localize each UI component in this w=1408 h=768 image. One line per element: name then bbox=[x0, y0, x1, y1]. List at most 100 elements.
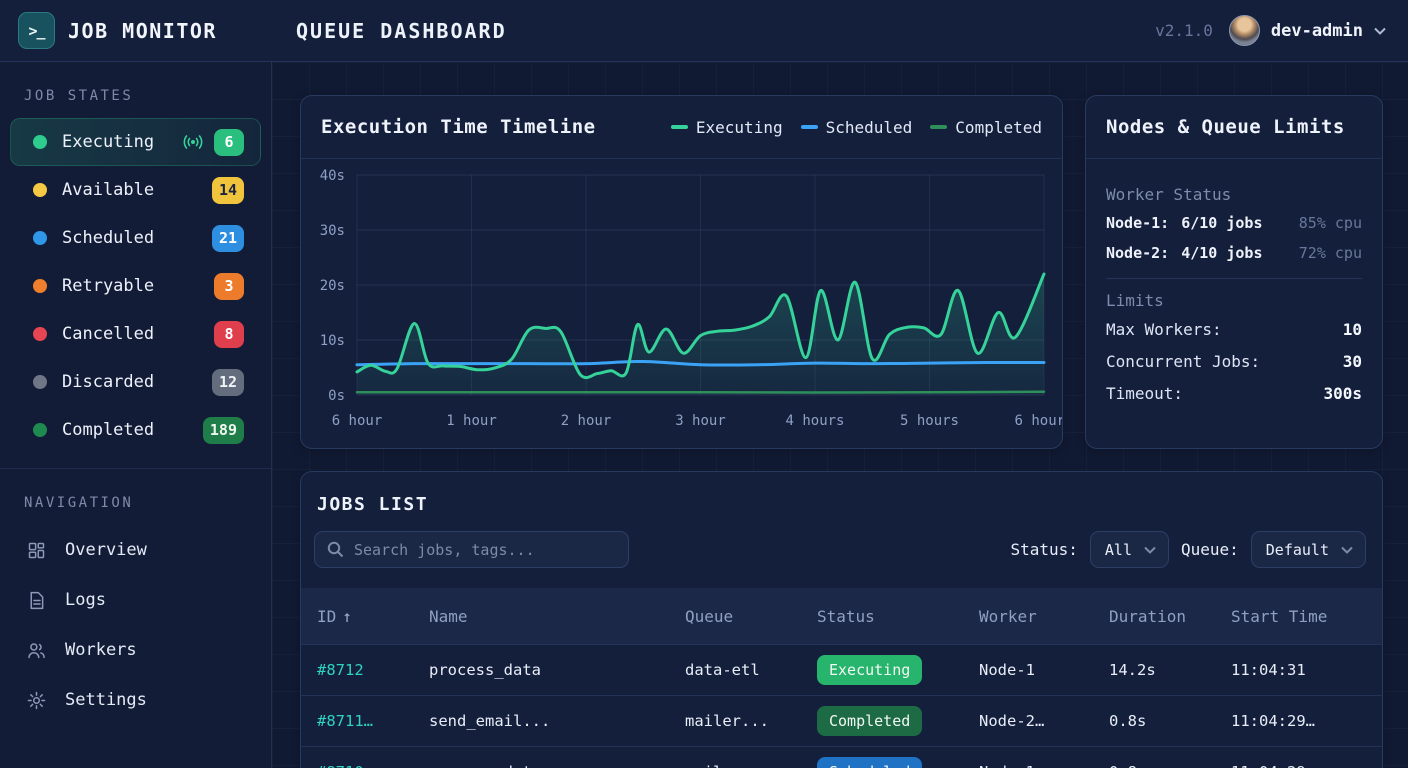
column-header-start-time: Start Time bbox=[1231, 606, 1328, 626]
state-dot-icon bbox=[33, 327, 47, 341]
avatar[interactable] bbox=[1228, 15, 1260, 46]
limit-row: Max Workers: 10 bbox=[1106, 320, 1362, 339]
y-axis-tick: 20s bbox=[320, 278, 345, 294]
user-menu[interactable]: dev-admin bbox=[1228, 15, 1386, 46]
sidebar-state-scheduled[interactable]: Scheduled 21 bbox=[10, 214, 261, 262]
sidebar-item-workers[interactable]: Workers bbox=[10, 625, 261, 675]
x-axis-tick: 6 hour bbox=[332, 413, 383, 429]
navigation-list: Overview Logs Workers Settings bbox=[0, 525, 271, 725]
chart-legend: Executing Scheduled Completed bbox=[670, 118, 1042, 137]
y-axis-tick: 10s bbox=[320, 333, 345, 349]
job-queue-cell: data-etl bbox=[685, 661, 760, 679]
search-icon bbox=[327, 541, 344, 558]
legend-item-scheduled[interactable]: Scheduled bbox=[800, 118, 912, 137]
state-label: Completed bbox=[62, 420, 155, 440]
live-broadcast-icon bbox=[183, 135, 203, 149]
limits-list: Max Workers: 10 Concurrent Jobs: 30 Timeout:… bbox=[1106, 320, 1362, 403]
y-axis-tick: 30s bbox=[320, 223, 345, 239]
table-row[interactable]: #8711… send_email... mailer... Completed… bbox=[301, 695, 1382, 746]
nodes-limits-card: Nodes & Queue Limits Worker Status Node-… bbox=[1085, 95, 1383, 449]
job-name-cell: send_email... bbox=[429, 712, 551, 730]
version-label: v2.1.0 bbox=[1155, 21, 1213, 40]
job-id-link[interactable]: #8712 bbox=[317, 661, 429, 679]
limit-label: Concurrent Jobs: bbox=[1106, 352, 1261, 371]
execution-timeline-chart: 0s 10s 20s 30s 40s 6 hour 1 hour 2 hour 3 hour 4 … bbox=[320, 168, 1074, 429]
worker-status-heading: Worker Status bbox=[1106, 185, 1232, 204]
sidebar-state-retryable[interactable]: Retryable 3 bbox=[10, 262, 261, 310]
job-duration-cell: 0.8s bbox=[1109, 763, 1231, 768]
state-count-badge: 21 bbox=[211, 224, 244, 252]
sort-asc-icon[interactable]: ↑ bbox=[342, 607, 352, 626]
sidebar-state-cancelled[interactable]: Cancelled 8 bbox=[10, 310, 261, 358]
user-name: dev-admin bbox=[1270, 20, 1363, 41]
sidebar-item-settings[interactable]: Settings bbox=[10, 675, 261, 725]
execution-timeline-card: Execution Time Timeline Executing Schedul… bbox=[300, 95, 1074, 449]
job-worker-cell: Node-1 bbox=[979, 763, 1109, 768]
state-count-badge: 12 bbox=[211, 368, 244, 396]
chevron-down-icon bbox=[1374, 27, 1386, 35]
sidebar-state-executing[interactable]: Executing 6 bbox=[10, 118, 261, 166]
x-axis-tick: 5 hours bbox=[900, 413, 959, 429]
chart-title: Execution Time Timeline bbox=[321, 116, 596, 138]
x-axis-tick: 6 hours bbox=[1014, 413, 1062, 429]
job-status-cell: Completed bbox=[817, 706, 979, 736]
state-label: Retryable bbox=[62, 276, 155, 296]
queue-filter-label: Queue: bbox=[1180, 540, 1239, 559]
job-start-cell: 11:04:29 bbox=[1231, 763, 1382, 768]
jobs-table-body: #8712 process_data data-etl Executing No… bbox=[301, 644, 1382, 768]
legend-dash-icon bbox=[930, 125, 948, 129]
x-axis-tick: 4 hours bbox=[785, 413, 844, 429]
nodes-divider bbox=[1106, 278, 1362, 279]
y-axis-tick: 40s bbox=[320, 168, 345, 184]
legend-item-completed[interactable]: Completed bbox=[930, 118, 1042, 137]
job-queue-cell: mailer... bbox=[685, 712, 769, 730]
state-count-badge: 8 bbox=[214, 320, 244, 348]
sidebar: JOB STATES Executing 6 Available 14 Sche… bbox=[0, 62, 272, 768]
status-filter-label: Status: bbox=[1010, 540, 1078, 559]
state-dot-icon bbox=[33, 231, 47, 245]
status-filter-select[interactable]: All bbox=[1089, 531, 1169, 568]
completed-line bbox=[355, 390, 1046, 394]
sidebar-state-completed[interactable]: Completed 189 bbox=[10, 406, 261, 454]
page-title: QUEUE DASHBOARD bbox=[296, 18, 507, 43]
app-brand: >_ JOB MONITOR bbox=[0, 12, 272, 49]
column-header-id[interactable]: ID ↑ bbox=[317, 607, 429, 626]
job-start-cell: 11:04:31 bbox=[1231, 661, 1306, 679]
sidebar-item-logs[interactable]: Logs bbox=[10, 575, 261, 625]
column-header-queue: Queue bbox=[685, 606, 734, 626]
topbar: >_ JOB MONITOR QUEUE DASHBOARD v2.1.0 de… bbox=[0, 0, 1408, 62]
logs-icon bbox=[30, 591, 44, 609]
queue-filter-select[interactable]: Default bbox=[1250, 531, 1366, 568]
sidebar-state-discarded[interactable]: Discarded 12 bbox=[10, 358, 261, 406]
job-id-link[interactable]: #8710 bbox=[317, 763, 429, 768]
status-badge: Scheduled bbox=[817, 757, 923, 768]
overview-icon bbox=[28, 542, 45, 558]
node-jobs: 4/10 jobs bbox=[1181, 244, 1263, 262]
x-axis-tick: 2 hour bbox=[561, 413, 612, 429]
state-count-badge: 3 bbox=[214, 272, 244, 300]
limit-label: Max Workers: bbox=[1106, 320, 1222, 339]
legend-item-executing[interactable]: Executing bbox=[670, 118, 783, 137]
limit-row: Concurrent Jobs: 30 bbox=[1106, 352, 1362, 371]
navigation-heading: NAVIGATION bbox=[24, 495, 134, 511]
state-label: Cancelled bbox=[62, 324, 155, 344]
sidebar-item-overview[interactable]: Overview bbox=[10, 525, 261, 575]
sidebar-state-available[interactable]: Available 14 bbox=[10, 166, 261, 214]
search-input[interactable] bbox=[354, 540, 616, 559]
state-dot-icon bbox=[33, 375, 47, 389]
job-name-cell: process_data bbox=[429, 661, 541, 679]
column-header-worker: Worker bbox=[979, 606, 1037, 626]
nav-label: Overview bbox=[65, 540, 147, 560]
limit-value: 30 bbox=[1342, 352, 1362, 371]
table-row[interactable]: #8710 process_data mailer Scheduled Node… bbox=[301, 746, 1382, 768]
jobs-search-box[interactable] bbox=[314, 531, 629, 568]
job-id-link[interactable]: #8711… bbox=[317, 712, 429, 730]
main-content: Execution Time Timeline Executing Schedul… bbox=[272, 62, 1408, 768]
status-badge: Completed bbox=[817, 706, 923, 736]
node-name: Node-2: bbox=[1106, 244, 1170, 262]
state-dot-icon bbox=[33, 423, 47, 437]
node-cpu: 72% cpu bbox=[1298, 244, 1362, 262]
job-start-cell: 11:04:29… bbox=[1231, 712, 1315, 730]
limit-label: Timeout: bbox=[1106, 384, 1184, 403]
table-row[interactable]: #8712 process_data data-etl Executing No… bbox=[301, 644, 1382, 695]
